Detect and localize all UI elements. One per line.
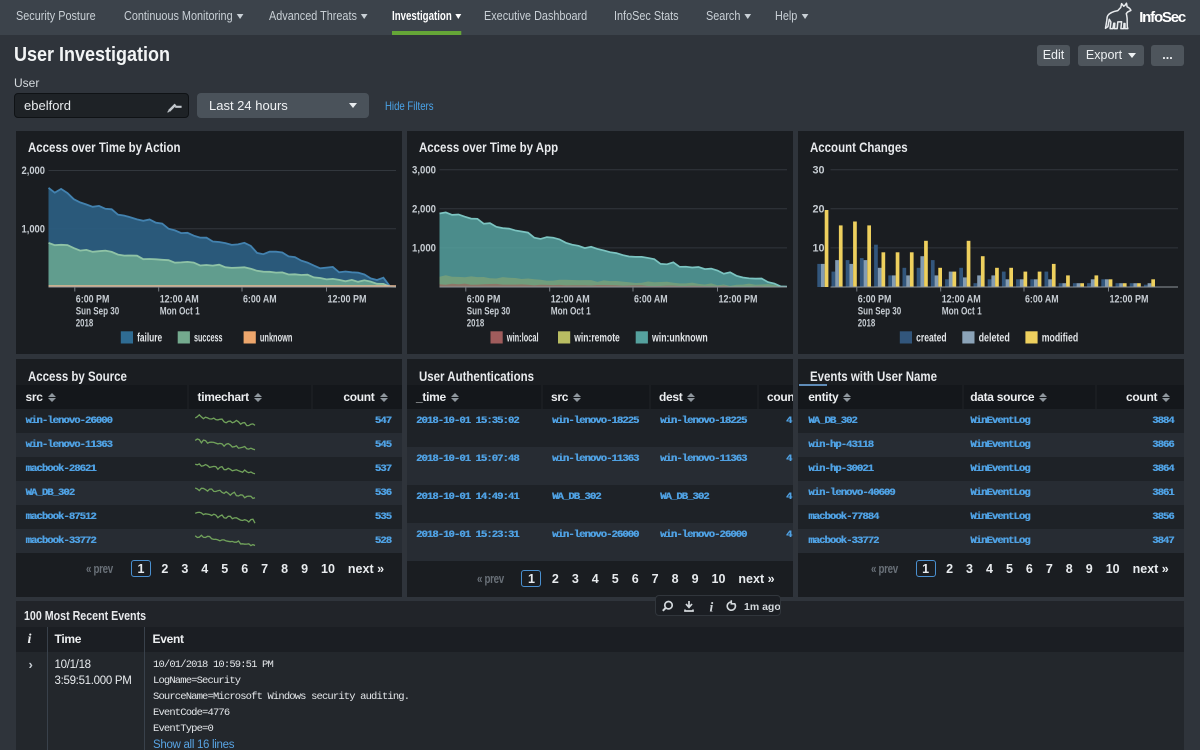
svg-text:6:00 AM: 6:00 AM — [243, 293, 277, 305]
svg-text:12:00 PM: 12:00 PM — [719, 293, 758, 305]
svg-text:2018: 2018 — [75, 317, 93, 329]
svg-text:2018: 2018 — [858, 317, 876, 329]
svg-text:6:00 PM: 6:00 PM — [858, 293, 892, 305]
svg-text:win:remote: win:remote — [574, 330, 620, 344]
svg-text:12:00 PM: 12:00 PM — [327, 293, 366, 305]
svg-text:6:00 PM: 6:00 PM — [467, 293, 501, 305]
svg-text:10: 10 — [813, 242, 825, 254]
svg-text:6:00 PM: 6:00 PM — [75, 293, 109, 305]
svg-text:win:unknown: win:unknown — [651, 330, 707, 344]
svg-text:unknown: unknown — [259, 330, 292, 344]
svg-text:success: success — [194, 330, 223, 344]
svg-text:1,000: 1,000 — [412, 242, 436, 254]
svg-text:modified: modified — [1042, 330, 1079, 344]
svg-text:12:00 AM: 12:00 AM — [551, 293, 590, 305]
svg-text:Sun Sep 30: Sun Sep 30 — [467, 305, 510, 317]
svg-text:failure: failure — [137, 330, 162, 344]
svg-text:Sun Sep 30: Sun Sep 30 — [858, 305, 901, 317]
svg-text:6:00 AM: 6:00 AM — [1025, 293, 1059, 305]
svg-text:i: i — [710, 599, 714, 614]
svg-text:Sun Sep 30: Sun Sep 30 — [75, 305, 118, 317]
svg-text:3,000: 3,000 — [412, 164, 436, 176]
svg-text:12:00 AM: 12:00 AM — [942, 293, 981, 305]
svg-text:1m ago: 1m ago — [744, 601, 780, 613]
svg-text:2018: 2018 — [467, 317, 485, 329]
svg-text:20: 20 — [813, 203, 825, 215]
svg-text:deleted: deleted — [979, 330, 1010, 344]
svg-text:2,000: 2,000 — [21, 165, 45, 177]
svg-text:1,000: 1,000 — [21, 223, 45, 235]
svg-text:Mon Oct 1: Mon Oct 1 — [942, 305, 982, 317]
svg-text:Mon Oct 1: Mon Oct 1 — [551, 305, 591, 317]
svg-text:12:00 PM: 12:00 PM — [1110, 293, 1149, 305]
svg-text:created: created — [916, 330, 947, 344]
svg-text:30: 30 — [813, 164, 825, 176]
svg-text:2,000: 2,000 — [412, 203, 436, 215]
svg-text:6:00 AM: 6:00 AM — [634, 293, 668, 305]
svg-text:win:local: win:local — [506, 330, 538, 344]
svg-text:12:00 AM: 12:00 AM — [159, 293, 198, 305]
svg-text:Mon Oct 1: Mon Oct 1 — [159, 305, 199, 317]
